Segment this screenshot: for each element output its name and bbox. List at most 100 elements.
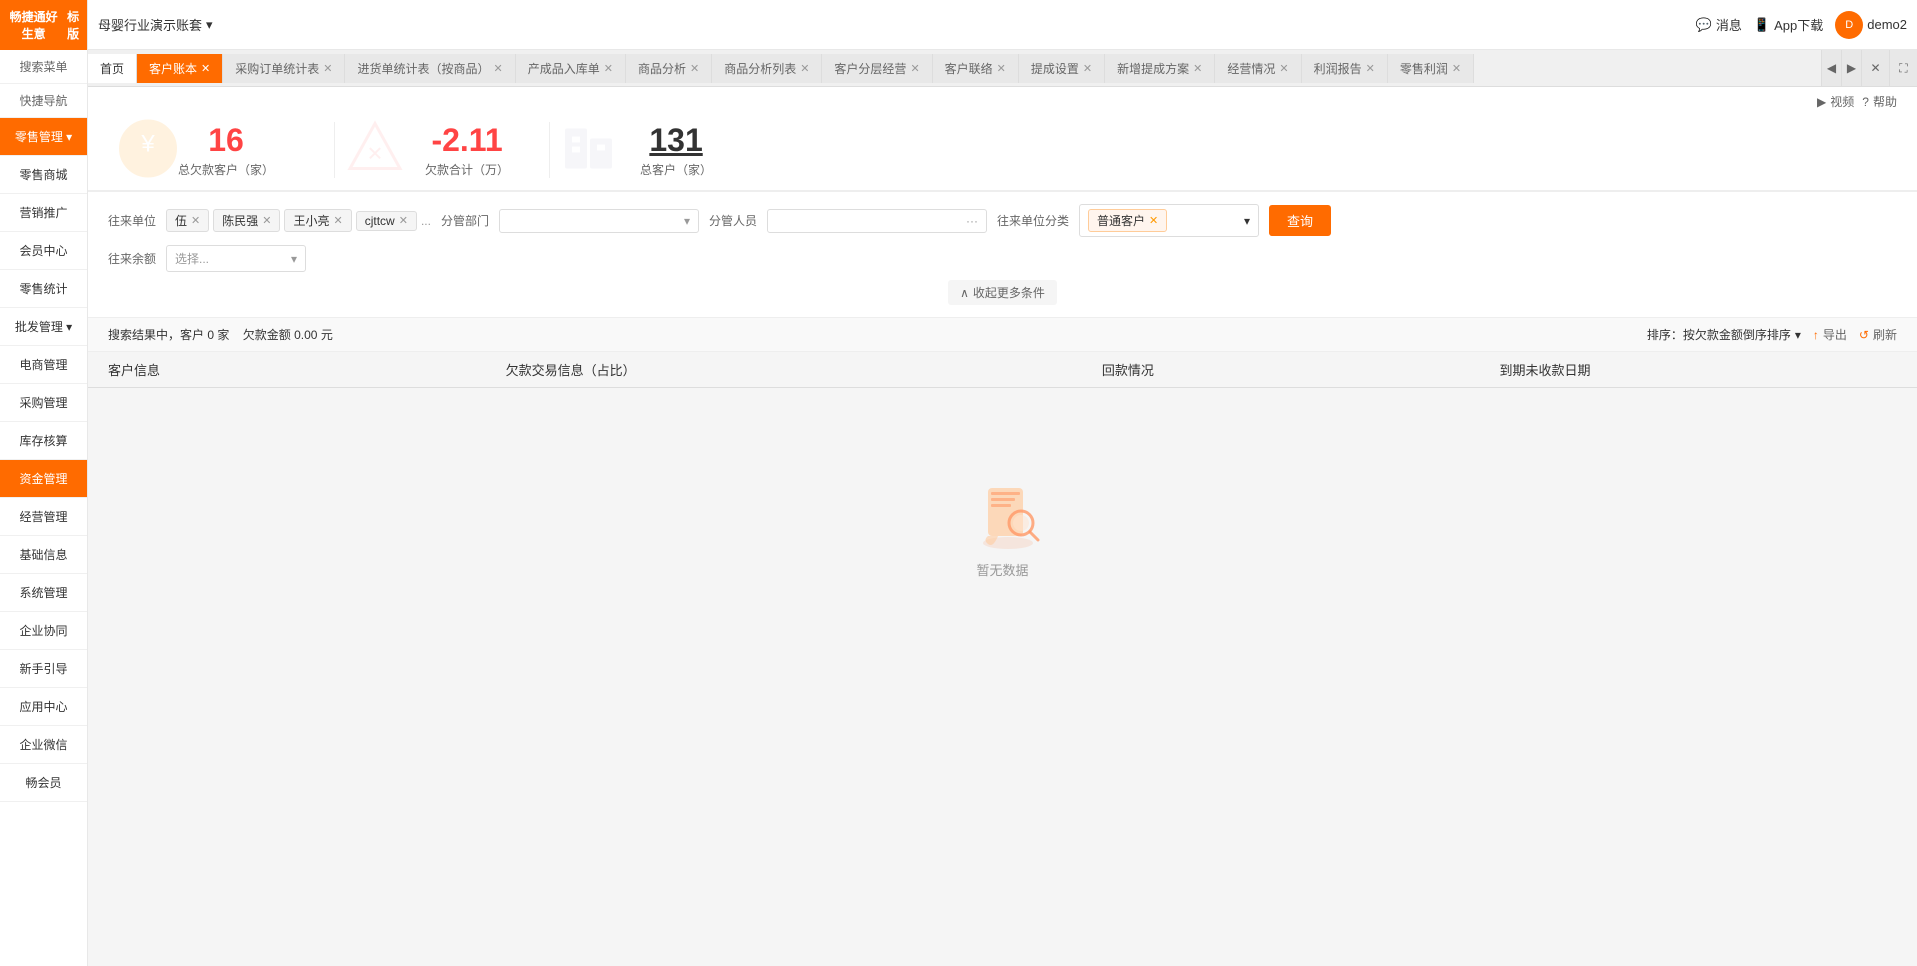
tab-close-goods-analysis[interactable]: ✕ bbox=[690, 62, 699, 75]
sort-arrow-icon: ▾ bbox=[1795, 328, 1801, 342]
stat-debt-total-number: -2.11 bbox=[431, 122, 502, 159]
stat-debt-customers-label: 总欠款客户（家） bbox=[178, 161, 274, 178]
dept-select[interactable]: ▾ bbox=[499, 209, 699, 233]
refresh-btn[interactable]: ↺ 刷新 bbox=[1859, 326, 1897, 343]
balance-select-arrow: ▾ bbox=[291, 252, 297, 266]
sidebar-item-retail-mgmt[interactable]: 零售管理 ▾ bbox=[0, 118, 87, 156]
stat-total-customers[interactable]: 131 总客户（家） bbox=[549, 122, 752, 178]
user-avatar[interactable]: D demo2 bbox=[1835, 11, 1907, 39]
stats-section: ▶ 视频 ? 帮助 ¥ 16 总欠款客户 bbox=[88, 87, 1917, 192]
store-dropdown-icon: ▾ bbox=[206, 17, 213, 33]
tab-close-tier[interactable]: ✕ bbox=[910, 62, 919, 75]
store-selector[interactable]: 母婴行业演示账套 ▾ bbox=[98, 15, 213, 34]
tabbar-arrows: ◀ ▶ ✕ ⛶ bbox=[1821, 50, 1917, 86]
sidebar-item-newbie[interactable]: 新手引导 bbox=[0, 650, 87, 688]
sort-btn[interactable]: 排序：按欠款金额倒序排序 ▾ bbox=[1647, 326, 1801, 343]
remove-tag-chen[interactable]: ✕ bbox=[262, 214, 271, 227]
message-btn[interactable]: 💬 消息 bbox=[1696, 15, 1742, 34]
filter-tag-wang[interactable]: 王小亮 ✕ bbox=[284, 209, 351, 232]
tab-customer-contact[interactable]: 客户联络 ✕ bbox=[933, 54, 1019, 83]
tab-home[interactable]: 首页 bbox=[88, 54, 137, 83]
sidebar-item-member[interactable]: 会员中心 bbox=[0, 232, 87, 270]
sidebar-item-ecommerce[interactable]: 电商管理 bbox=[0, 346, 87, 384]
class-select[interactable]: 普通客户 ✕ ▾ bbox=[1079, 204, 1259, 237]
sidebar-item-wechat[interactable]: 企业微信 bbox=[0, 726, 87, 764]
sidebar-item-wholesale-mgmt[interactable]: 批发管理 ▾ bbox=[0, 308, 87, 346]
tab-customer-ledger[interactable]: 客户账本 ✕ bbox=[137, 54, 223, 83]
sidebar-item-marketing[interactable]: 营销推广 bbox=[0, 194, 87, 232]
export-btn[interactable]: ↑ 导出 bbox=[1813, 326, 1847, 343]
video-icon: ▶ bbox=[1817, 95, 1826, 109]
download-icon: 📱 bbox=[1754, 17, 1770, 33]
refresh-icon: ↺ bbox=[1859, 328, 1869, 342]
tab-close-profit[interactable]: ✕ bbox=[1366, 62, 1375, 75]
sidebar-search[interactable]: 搜索菜单 bbox=[0, 50, 87, 84]
sidebar-item-inventory[interactable]: 库存核算 bbox=[0, 422, 87, 460]
stat-debt-total: ✕ -2.11 欠款合计（万） bbox=[334, 122, 549, 178]
sidebar-logo: 畅捷通好生意 标版 bbox=[0, 0, 87, 50]
tab-close-purchase[interactable]: ✕ bbox=[323, 62, 332, 75]
results-bar: 搜索结果中，客户 0 家 欠款金额 0.00 元 排序：按欠款金额倒序排序 ▾ … bbox=[88, 318, 1917, 352]
sidebar-item-app-center[interactable]: 应用中心 bbox=[0, 688, 87, 726]
tab-close-add-commission[interactable]: ✕ bbox=[1193, 62, 1202, 75]
tab-close-goods-list[interactable]: ✕ bbox=[800, 62, 809, 75]
topbar-right: 💬 消息 📱 App下载 D demo2 bbox=[1696, 11, 1907, 39]
tab-close-retail-profit[interactable]: ✕ bbox=[1452, 62, 1461, 75]
balance-select[interactable]: 选择... ▾ bbox=[166, 245, 306, 272]
sidebar-item-basic-info[interactable]: 基础信息 bbox=[0, 536, 87, 574]
tab-retail-profit[interactable]: 零售利润 ✕ bbox=[1388, 54, 1474, 83]
help-btn[interactable]: ? 帮助 bbox=[1862, 93, 1897, 110]
sidebar-item-enterprise-collab[interactable]: 企业协同 bbox=[0, 612, 87, 650]
sidebar-quick-nav[interactable]: 快捷导航 bbox=[0, 84, 87, 118]
filter-tag-chen[interactable]: 陈民强 ✕ bbox=[213, 209, 280, 232]
tab-profit-report[interactable]: 利润报告 ✕ bbox=[1302, 54, 1388, 83]
person-select[interactable]: ··· bbox=[767, 209, 987, 233]
filter-more-btn[interactable]: ... bbox=[421, 214, 431, 228]
tab-expand[interactable]: ⛶ bbox=[1889, 50, 1917, 86]
tab-close-all[interactable]: ✕ bbox=[1861, 50, 1889, 86]
help-icon: ? bbox=[1862, 95, 1869, 109]
tab-customer-tier[interactable]: 客户分层经营 ✕ bbox=[822, 54, 932, 83]
sidebar-item-member2[interactable]: 畅会员 bbox=[0, 764, 87, 802]
stat-debt-total-label: 欠款合计（万） bbox=[425, 161, 509, 178]
stat-icon-3 bbox=[560, 119, 620, 182]
tab-goods-analysis-list[interactable]: 商品分析列表 ✕ bbox=[712, 54, 822, 83]
tab-next-arrow[interactable]: ▶ bbox=[1841, 50, 1861, 86]
app-download-btn[interactable]: 📱 App下载 bbox=[1754, 15, 1823, 34]
sidebar-item-purchase[interactable]: 采购管理 bbox=[0, 384, 87, 422]
tab-commission-settings[interactable]: 提成设置 ✕ bbox=[1019, 54, 1105, 83]
tab-purchase-order-stats[interactable]: 采购订单统计表 ✕ bbox=[223, 54, 345, 83]
tab-close-storage[interactable]: ✕ bbox=[604, 62, 613, 75]
col-payment-status: 回款情况 bbox=[1102, 360, 1500, 379]
tab-close-operations[interactable]: ✕ bbox=[1279, 62, 1288, 75]
col-due-date: 到期未收款日期 bbox=[1499, 360, 1897, 379]
tab-prev-arrow[interactable]: ◀ bbox=[1821, 50, 1841, 86]
remove-tag-wu[interactable]: ✕ bbox=[191, 214, 200, 227]
tab-close-contact[interactable]: ✕ bbox=[997, 62, 1006, 75]
tab-close-customer-ledger[interactable]: ✕ bbox=[201, 62, 210, 75]
query-button[interactable]: 查询 bbox=[1269, 205, 1331, 236]
tab-operations[interactable]: 经营情况 ✕ bbox=[1215, 54, 1301, 83]
tab-close-commission[interactable]: ✕ bbox=[1083, 62, 1092, 75]
dept-select-arrow: ▾ bbox=[684, 214, 690, 228]
sidebar-item-retail-mall[interactable]: 零售商城 bbox=[0, 156, 87, 194]
class-select-arrow: ▾ bbox=[1244, 214, 1250, 228]
filter-row-2: 往来余额 选择... ▾ bbox=[108, 245, 1897, 272]
sidebar-item-finance[interactable]: 资金管理 bbox=[0, 460, 87, 498]
video-btn[interactable]: ▶ 视频 bbox=[1817, 93, 1854, 110]
tab-goods-analysis[interactable]: 商品分析 ✕ bbox=[626, 54, 712, 83]
header-actions: ▶ 视频 ? 帮助 bbox=[88, 87, 1917, 110]
sidebar-item-retail-stats[interactable]: 零售统计 bbox=[0, 270, 87, 308]
collapse-btn[interactable]: ∧ 收起更多条件 bbox=[948, 280, 1057, 305]
sidebar-item-operations[interactable]: 经营管理 bbox=[0, 498, 87, 536]
tab-goods-in-stats[interactable]: 进货单统计表（按商品） ✕ bbox=[345, 54, 515, 83]
tab-add-commission[interactable]: 新增提成方案 ✕ bbox=[1105, 54, 1215, 83]
tab-close-goods-in[interactable]: ✕ bbox=[494, 62, 503, 75]
remove-class-tag[interactable]: ✕ bbox=[1149, 214, 1158, 227]
tab-product-storage[interactable]: 产成品入库单 ✕ bbox=[516, 54, 626, 83]
filter-tag-cjttcw[interactable]: cjttcw ✕ bbox=[356, 211, 417, 231]
remove-tag-cjttcw[interactable]: ✕ bbox=[399, 214, 408, 227]
remove-tag-wang[interactable]: ✕ bbox=[334, 214, 343, 227]
filter-tag-wu[interactable]: 伍 ✕ bbox=[166, 209, 209, 232]
sidebar-item-system[interactable]: 系统管理 bbox=[0, 574, 87, 612]
